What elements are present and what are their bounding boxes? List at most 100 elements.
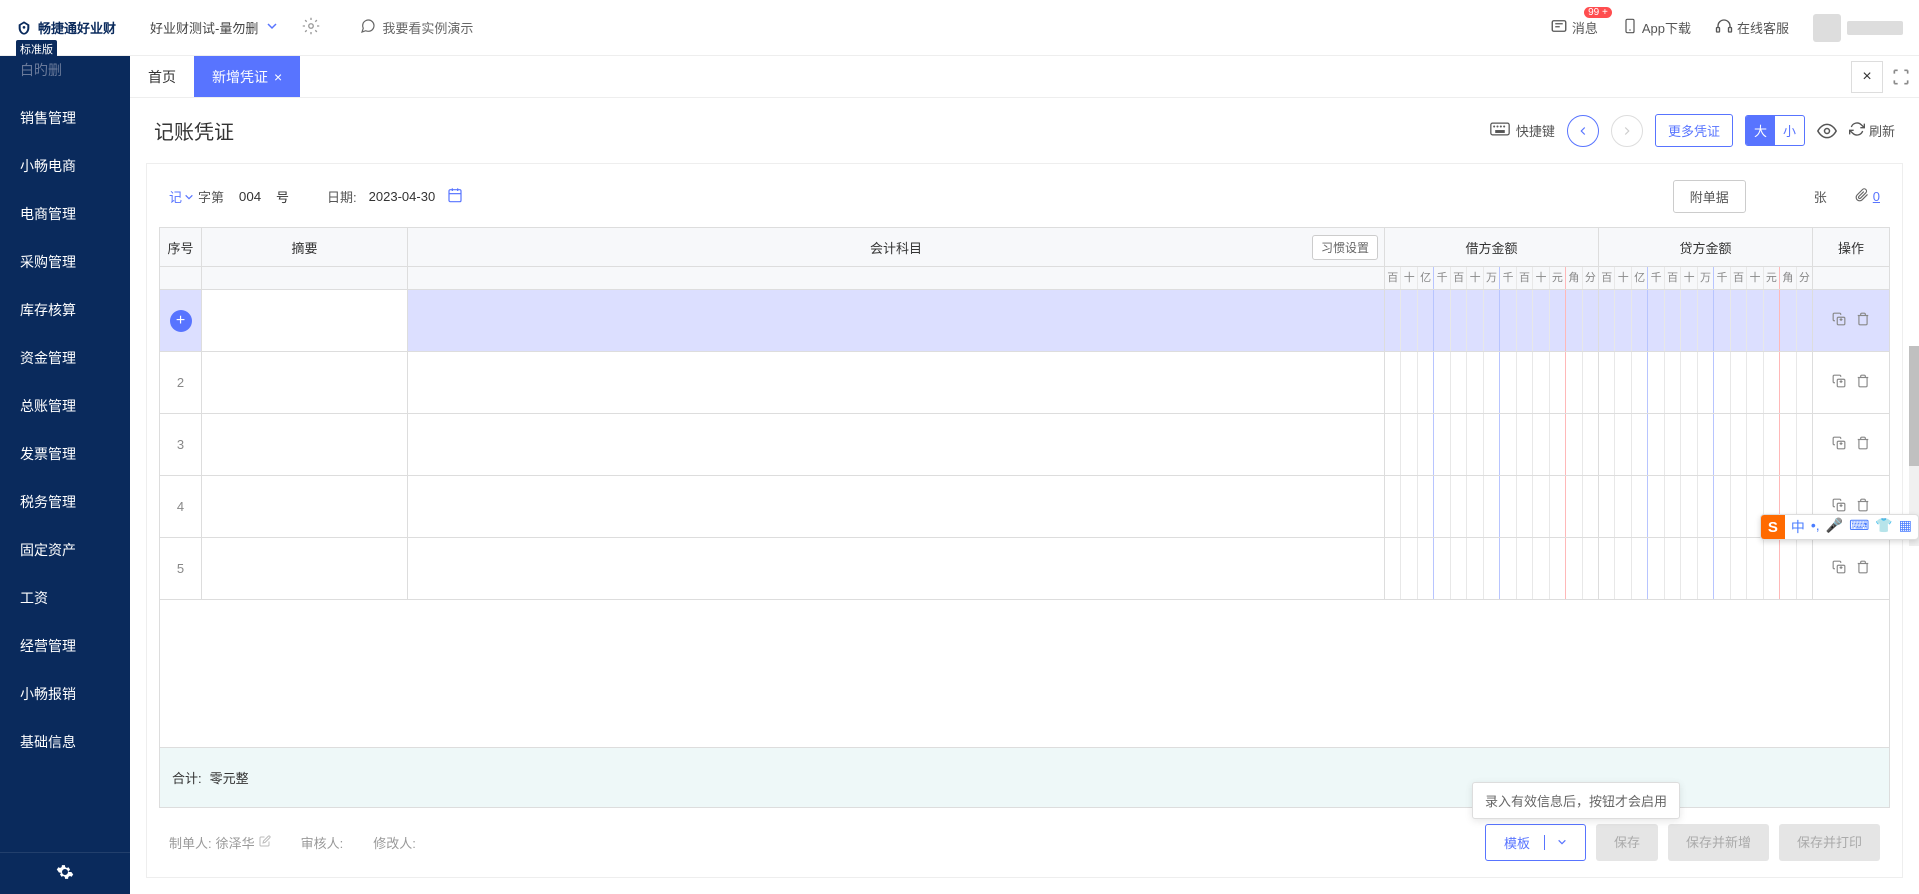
close-tab-button[interactable]: × xyxy=(1851,61,1883,93)
summary-cell[interactable] xyxy=(202,538,408,599)
amount-cell[interactable] xyxy=(1599,290,1813,351)
tab-new-voucher[interactable]: 新增凭证 × xyxy=(194,56,300,97)
add-row-button[interactable]: + xyxy=(170,310,192,332)
fullscreen-icon[interactable] xyxy=(1891,67,1911,87)
demo-link[interactable]: 我要看实例演示 xyxy=(360,18,473,37)
online-service-button[interactable]: 在线客服 xyxy=(1715,17,1789,38)
sidebar-item-fixed-assets[interactable]: 固定资产 xyxy=(0,526,130,574)
sidebar-item-wages[interactable]: 工资 xyxy=(0,574,130,622)
sidebar-item-sales[interactable]: 销售管理 xyxy=(0,94,130,142)
account-cell[interactable] xyxy=(408,476,1385,537)
settings-gear-icon[interactable] xyxy=(302,17,320,38)
voucher-number-input[interactable] xyxy=(232,189,268,205)
summary-input[interactable] xyxy=(202,290,407,351)
user-avatar-area[interactable] xyxy=(1813,14,1903,42)
calendar-icon[interactable] xyxy=(447,187,463,206)
sidebar-item-purchase[interactable]: 采购管理 xyxy=(0,238,130,286)
sidebar-item-xiaochang-ecom[interactable]: 小畅电商 xyxy=(0,142,130,190)
sidebar-item-funds[interactable]: 资金管理 xyxy=(0,334,130,382)
sidebar-item-ecommerce[interactable]: 电商管理 xyxy=(0,190,130,238)
sidebar-item-ledger[interactable]: 总账管理 xyxy=(0,382,130,430)
summary-cell[interactable] xyxy=(202,414,408,475)
sidebar-item-tax[interactable]: 税务管理 xyxy=(0,478,130,526)
account-cell[interactable] xyxy=(408,290,1385,351)
table-row[interactable]: 3 xyxy=(160,414,1889,476)
voucher-type-selector[interactable]: 记 xyxy=(169,187,194,206)
copy-row-icon[interactable] xyxy=(1832,560,1846,577)
more-vouchers-button[interactable]: 更多凭证 xyxy=(1655,114,1733,147)
copy-row-icon[interactable] xyxy=(1832,498,1846,515)
sidebar-item-basic-info[interactable]: 基础信息 xyxy=(0,718,130,766)
table-row[interactable]: 5 xyxy=(160,538,1889,600)
size-small-option[interactable]: 小 xyxy=(1775,116,1804,145)
amount-cell[interactable] xyxy=(1385,538,1599,599)
delete-row-icon[interactable] xyxy=(1856,498,1870,515)
amount-cell[interactable] xyxy=(1385,414,1599,475)
voucher-date-value[interactable]: 2023-04-30 xyxy=(369,189,436,204)
close-icon[interactable]: × xyxy=(274,69,282,85)
header-credit: 贷方金额 xyxy=(1599,228,1813,266)
workspace-selector[interactable]: 好业财测试-量勿删 xyxy=(150,18,278,37)
habits-settings-button[interactable]: 习惯设置 xyxy=(1312,235,1378,260)
amount-cell[interactable] xyxy=(1385,290,1599,351)
shortcut-keys-button[interactable]: 快捷键 xyxy=(1490,121,1555,140)
visibility-toggle-button[interactable] xyxy=(1817,121,1837,141)
sidebar-item-invoice[interactable]: 发票管理 xyxy=(0,430,130,478)
next-voucher-button[interactable] xyxy=(1611,115,1643,147)
table-row[interactable]: 4 xyxy=(160,476,1889,538)
reviewer-label: 审核人: xyxy=(301,833,344,852)
digit-header: 千 xyxy=(1714,267,1730,289)
amount-cell[interactable] xyxy=(1599,352,1813,413)
summary-cell[interactable] xyxy=(202,290,408,351)
size-large-option[interactable]: 大 xyxy=(1746,116,1775,145)
messages-button[interactable]: 消息 99 + xyxy=(1550,17,1598,38)
table-row[interactable]: 2 xyxy=(160,352,1889,414)
size-toggle[interactable]: 大 小 xyxy=(1745,115,1805,146)
save-new-button: 保存并新增 xyxy=(1668,824,1769,861)
row-seq: 4 xyxy=(160,476,202,537)
ime-punct-icon[interactable]: •, xyxy=(1811,517,1820,537)
digit-header: 十 xyxy=(1681,267,1697,289)
amount-cell[interactable] xyxy=(1385,352,1599,413)
account-cell[interactable] xyxy=(408,352,1385,413)
amount-cell[interactable] xyxy=(1385,476,1599,537)
account-cell[interactable] xyxy=(408,414,1385,475)
copy-row-icon[interactable] xyxy=(1832,312,1846,329)
amount-cell[interactable] xyxy=(1599,414,1813,475)
summary-cell[interactable] xyxy=(202,476,408,537)
account-cell[interactable] xyxy=(408,538,1385,599)
ime-lang[interactable]: 中 xyxy=(1791,517,1805,537)
sidebar-item-reimburse[interactable]: 小畅报销 xyxy=(0,670,130,718)
save-print-button: 保存并打印 xyxy=(1779,824,1880,861)
digit-header: 十 xyxy=(1401,267,1417,289)
ime-toolbar[interactable]: S 中 •, 🎤 ⌨ 👕 ▦ xyxy=(1760,514,1919,540)
amount-cell[interactable] xyxy=(1599,538,1813,599)
delete-row-icon[interactable] xyxy=(1856,560,1870,577)
row-ops xyxy=(1813,538,1889,599)
delete-row-icon[interactable] xyxy=(1856,436,1870,453)
app-download-button[interactable]: App下载 xyxy=(1622,17,1691,38)
chevron-down-icon[interactable] xyxy=(1544,835,1567,850)
delete-row-icon[interactable] xyxy=(1856,374,1870,391)
prev-voucher-button[interactable] xyxy=(1567,115,1599,147)
zi-label: 字第 xyxy=(198,187,224,206)
ime-toolbox-icon[interactable]: ▦ xyxy=(1899,517,1912,537)
ime-keyboard-icon[interactable]: ⌨ xyxy=(1849,517,1869,537)
delete-row-icon[interactable] xyxy=(1856,312,1870,329)
refresh-button[interactable]: 刷新 xyxy=(1849,121,1895,140)
copy-row-icon[interactable] xyxy=(1832,436,1846,453)
ime-mic-icon[interactable]: 🎤 xyxy=(1826,517,1843,537)
sidebar-item-inventory[interactable]: 库存核算 xyxy=(0,286,130,334)
table-row[interactable]: + xyxy=(160,290,1889,352)
copy-row-icon[interactable] xyxy=(1832,374,1846,391)
summary-cell[interactable] xyxy=(202,352,408,413)
tab-home[interactable]: 首页 xyxy=(130,56,194,97)
attach-docs-button[interactable]: 附单据 xyxy=(1673,180,1746,213)
sidebar-item-partial[interactable]: 白旳删 xyxy=(0,56,130,94)
attachments-link[interactable]: 0 xyxy=(1855,188,1880,205)
sidebar-item-operations[interactable]: 经营管理 xyxy=(0,622,130,670)
sidebar-settings-button[interactable] xyxy=(0,852,130,894)
edit-icon[interactable] xyxy=(259,835,271,850)
template-button[interactable]: 模板 xyxy=(1485,824,1586,861)
ime-skin-icon[interactable]: 👕 xyxy=(1875,517,1892,537)
